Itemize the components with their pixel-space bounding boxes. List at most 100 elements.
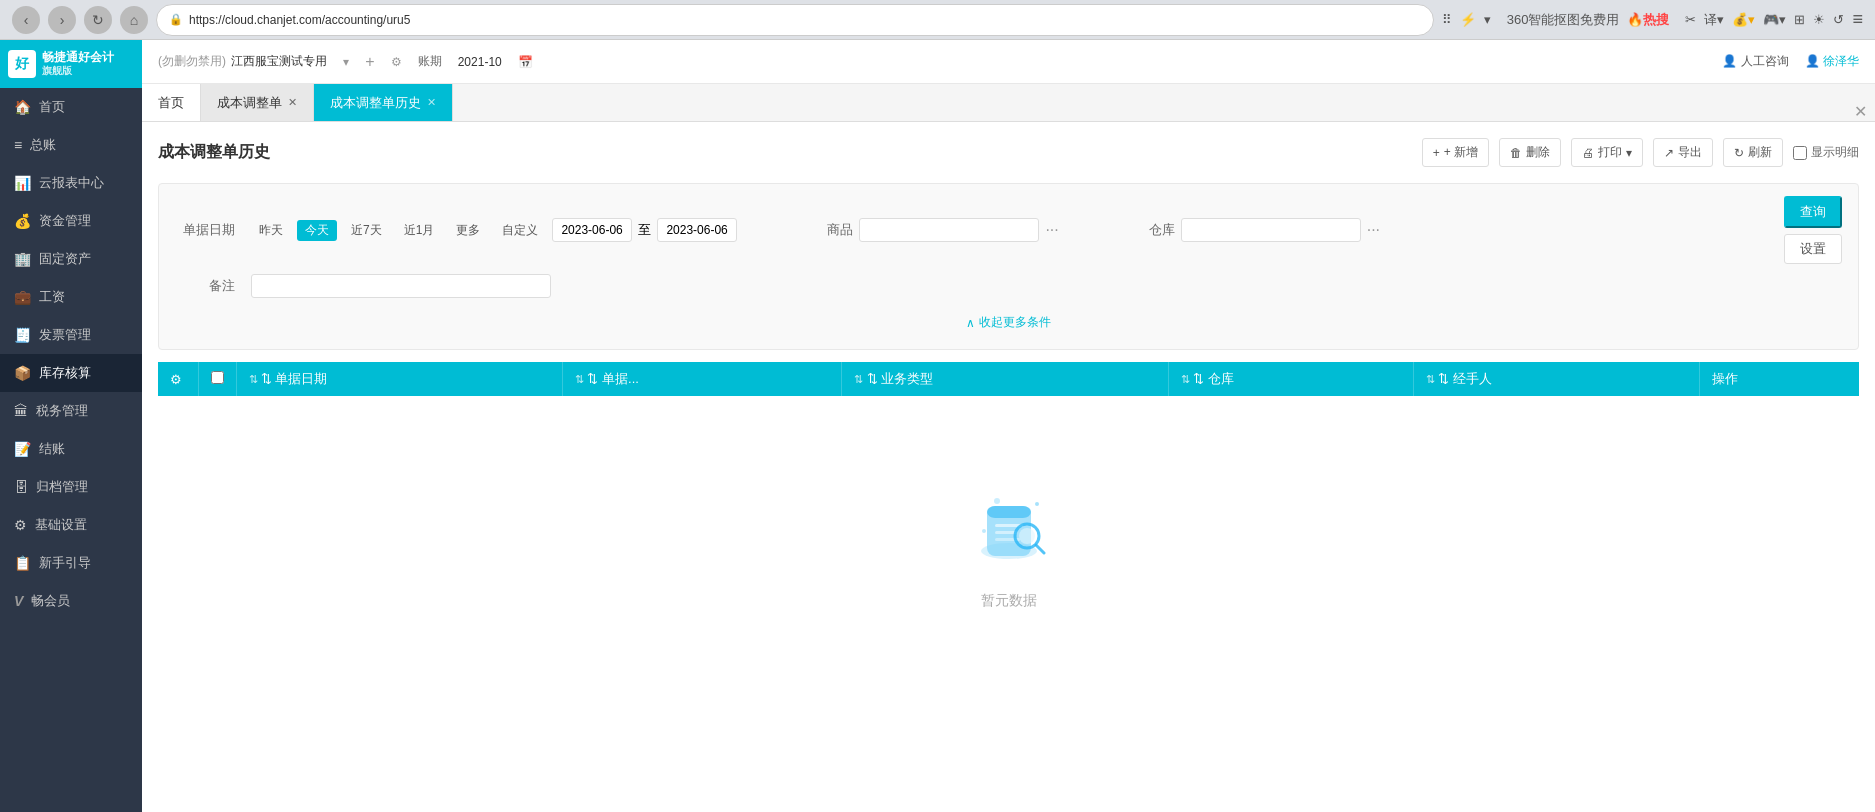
svg-rect-4 — [995, 531, 1017, 534]
refresh-icon: ↻ — [1734, 146, 1744, 160]
forward-button[interactable]: › — [48, 6, 76, 34]
add-org-btn[interactable]: + — [365, 53, 374, 71]
sidebar-item-inventory[interactable]: 📦 库存核算 — [0, 354, 142, 392]
export-btn[interactable]: ↗ 导出 — [1653, 138, 1713, 167]
goods-input[interactable] — [859, 218, 1039, 242]
close-all-tabs-btn[interactable]: ✕ — [1854, 102, 1867, 121]
calendar-icon[interactable]: 📅 — [518, 55, 533, 69]
menu-icon[interactable]: ≡ — [1852, 9, 1863, 30]
sidebar-item-archive[interactable]: 🗄 归档管理 — [0, 468, 142, 506]
tab-cost-history[interactable]: 成本调整单历史 ✕ — [314, 84, 453, 121]
select-all-checkbox[interactable] — [211, 371, 224, 384]
settings-filter-btn[interactable]: 设置 — [1784, 234, 1842, 264]
sidebar-label-inventory: 库存核算 — [39, 364, 91, 382]
scissors-icon[interactable]: ✂ — [1685, 12, 1696, 27]
wallet-icon[interactable]: 💰▾ — [1732, 12, 1755, 27]
svg-point-10 — [1035, 502, 1039, 506]
sidebar-label-home: 首页 — [39, 98, 65, 116]
sidebar-item-member[interactable]: V 畅会员 — [0, 582, 142, 620]
query-btn[interactable]: 查询 — [1784, 196, 1842, 228]
date-from-input[interactable] — [552, 218, 632, 242]
date-to-input[interactable] — [657, 218, 737, 242]
sidebar-item-assets[interactable]: 🏢 固定资产 — [0, 240, 142, 278]
refresh-btn[interactable]: ↻ 刷新 — [1723, 138, 1783, 167]
sidebar-item-salary[interactable]: 💼 工资 — [0, 278, 142, 316]
org-dropdown-icon[interactable]: ▾ — [343, 55, 349, 69]
page-title: 成本调整单历史 — [158, 142, 270, 163]
yesterday-btn[interactable]: 昨天 — [251, 220, 291, 241]
print-icon: 🖨 — [1582, 146, 1594, 160]
dropdown-icon[interactable]: ▾ — [1484, 12, 1491, 27]
col-date[interactable]: ⇅ 单据日期 — [236, 362, 563, 396]
col-type[interactable]: ⇅ 业务类型 — [842, 362, 1169, 396]
col-checkbox[interactable] — [198, 362, 236, 396]
print-btn[interactable]: 🖨 打印 ▾ — [1571, 138, 1643, 167]
sidebar-label-guide: 新手引导 — [39, 554, 91, 572]
settings-icon: ⚙ — [14, 517, 27, 533]
hot-search-icon: 🔥热搜 — [1627, 11, 1669, 29]
url-text: https://cloud.chanjet.com/accounting/uru… — [189, 13, 410, 27]
date-filter-label: 单据日期 — [175, 221, 235, 239]
settings-btn[interactable]: ⚙ — [391, 55, 402, 69]
empty-illustration — [959, 476, 1059, 576]
game-icon[interactable]: 🎮▾ — [1763, 12, 1786, 27]
sidebar-item-close[interactable]: 📝 结账 — [0, 430, 142, 468]
lightning-icon[interactable]: ⚡ — [1460, 12, 1476, 27]
remark-filter-label: 备注 — [175, 277, 235, 295]
sidebar-item-ledger[interactable]: ≡ 总账 — [0, 126, 142, 164]
sidebar-item-reports[interactable]: 📊 云报表中心 — [0, 164, 142, 202]
sidebar-item-home[interactable]: 🏠 首页 — [0, 88, 142, 126]
collapse-btn[interactable]: ∧ 收起更多条件 — [175, 308, 1842, 337]
more-btn[interactable]: 更多 — [448, 220, 488, 241]
warehouse-input[interactable] — [1181, 218, 1361, 242]
sidebar-label-invoice: 发票管理 — [39, 326, 91, 344]
salary-icon: 💼 — [14, 289, 31, 305]
extensions-icon[interactable]: ⠿ — [1442, 12, 1452, 27]
goods-more-btn[interactable]: ··· — [1045, 221, 1058, 239]
col-number[interactable]: ⇅ 单据... — [563, 362, 842, 396]
today-btn[interactable]: 今天 — [297, 220, 337, 241]
new-btn[interactable]: + + 新增 — [1422, 138, 1489, 167]
sidebar-item-tax[interactable]: 🏛 税务管理 — [0, 392, 142, 430]
show-all-checkbox-area[interactable]: 显示明细 — [1793, 144, 1859, 161]
user-avatar[interactable]: 👤 徐泽华 — [1805, 53, 1859, 70]
tab-cost-adjustment-close[interactable]: ✕ — [288, 96, 297, 109]
home-button[interactable]: ⌂ — [120, 6, 148, 34]
service-btn[interactable]: 👤 人工咨询 — [1722, 53, 1788, 70]
page-tabs: 首页 成本调整单 ✕ 成本调整单历史 ✕ ✕ — [142, 84, 1875, 122]
back-button[interactable]: ‹ — [12, 6, 40, 34]
sidebar-label-assets: 固定资产 — [39, 250, 91, 268]
last7days-btn[interactable]: 近7天 — [343, 220, 390, 241]
filter-row-2: 备注 — [175, 274, 1842, 298]
sidebar-item-invoice[interactable]: 🧾 发票管理 — [0, 316, 142, 354]
sidebar-label-archive: 归档管理 — [36, 478, 88, 496]
tab-cost-adjustment[interactable]: 成本调整单 ✕ — [201, 84, 314, 121]
last-month-btn[interactable]: 近1月 — [396, 220, 443, 241]
warehouse-more-btn[interactable]: ··· — [1367, 221, 1380, 239]
remark-input[interactable] — [251, 274, 551, 298]
tab-cost-history-label: 成本调整单历史 — [330, 94, 421, 112]
undo-icon[interactable]: ↺ — [1833, 12, 1844, 27]
search-label: 360智能抠图免费用 — [1507, 11, 1620, 29]
sidebar-item-settings[interactable]: ⚙ 基础设置 — [0, 506, 142, 544]
svg-point-9 — [994, 498, 1000, 504]
show-all-checkbox[interactable] — [1793, 146, 1807, 160]
custom-btn[interactable]: 自定义 — [494, 220, 546, 241]
empty-text: 暂元数据 — [981, 592, 1037, 610]
tab-cost-history-close[interactable]: ✕ — [427, 96, 436, 109]
address-bar[interactable]: 🔒 https://cloud.chanjet.com/accounting/u… — [156, 4, 1434, 36]
col-operator[interactable]: ⇅ 经手人 — [1414, 362, 1700, 396]
translate-icon[interactable]: 译▾ — [1704, 11, 1724, 29]
reload-button[interactable]: ↻ — [84, 6, 112, 34]
tab-home[interactable]: 首页 — [142, 84, 201, 121]
filter-dates: 昨天 今天 近7天 近1月 更多 自定义 至 — [251, 218, 737, 242]
home-icon: 🏠 — [14, 99, 31, 115]
sidebar-label-tax: 税务管理 — [36, 402, 88, 420]
col-warehouse[interactable]: ⇅ 仓库 — [1169, 362, 1414, 396]
grid-icon[interactable]: ⊞ — [1794, 12, 1805, 27]
sidebar-item-guide[interactable]: 📋 新手引导 — [0, 544, 142, 582]
theme-icon[interactable]: ☀ — [1813, 12, 1825, 27]
col-settings[interactable]: ⚙ — [158, 362, 198, 396]
sidebar-item-finance[interactable]: 💰 资金管理 — [0, 202, 142, 240]
delete-btn[interactable]: 🗑 删除 — [1499, 138, 1561, 167]
